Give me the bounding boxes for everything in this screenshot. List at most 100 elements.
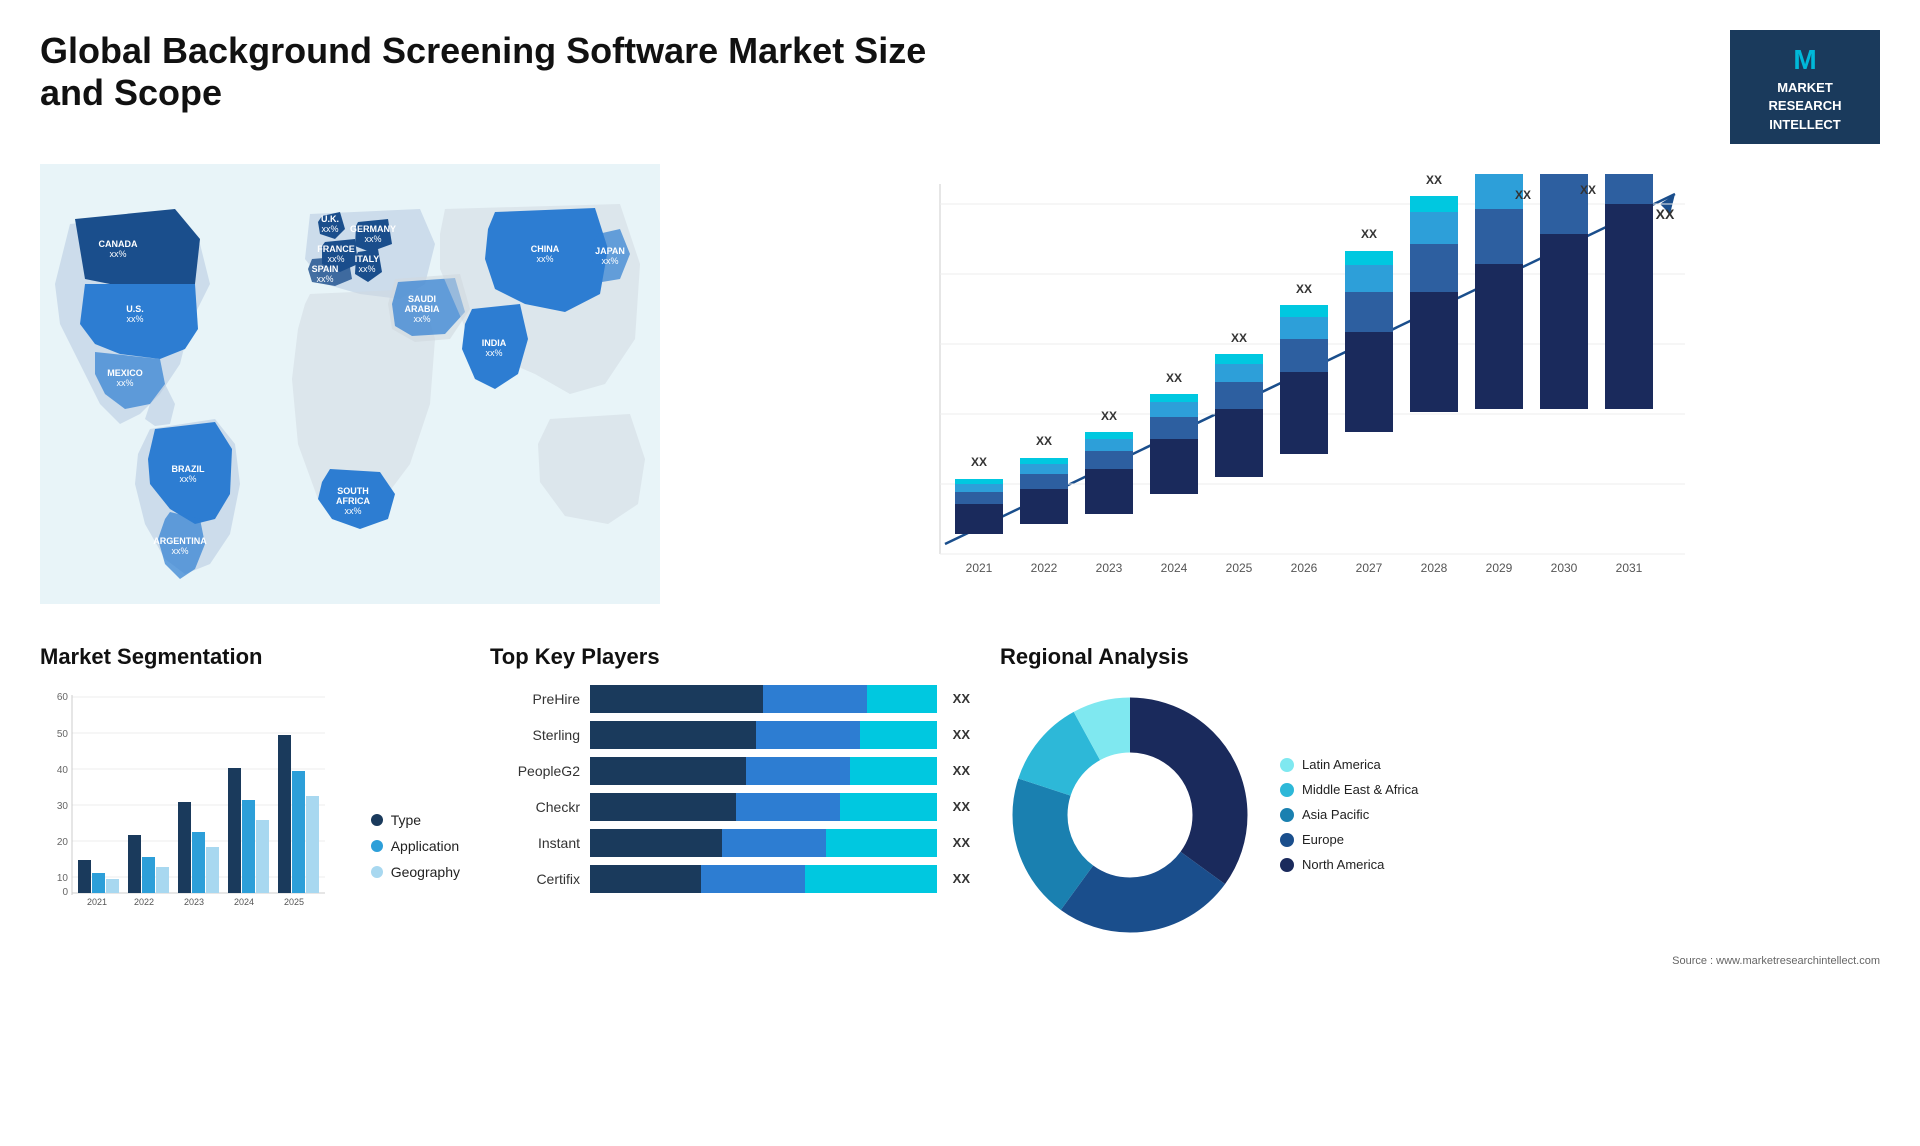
svg-text:2028: 2028 <box>1421 561 1448 575</box>
bar-2030: 2030 XX <box>1540 174 1596 575</box>
player-name-prehire: PreHire <box>490 691 580 707</box>
svg-text:2027: 2027 <box>1356 561 1383 575</box>
regional-section: Regional Analysis <box>1000 644 1880 967</box>
bar-2025: XX 2025 <box>1215 331 1263 575</box>
svg-text:2022: 2022 <box>1031 561 1058 575</box>
bar-2028: XX 2028 <box>1410 173 1458 575</box>
player-row-certifix: Certifix XX <box>490 865 970 893</box>
player-xx-certifix: XX <box>953 871 970 886</box>
seg-chart-svg: 60 50 40 30 20 10 0 <box>40 685 340 905</box>
players-section: Top Key Players PreHire XX Sterling XX <box>490 644 970 967</box>
map-value-argentina: xx% <box>171 546 188 556</box>
map-value-southafrica: xx% <box>344 506 361 516</box>
player-bar-instant <box>590 829 937 857</box>
legend-geography-label: Geography <box>391 864 460 880</box>
svg-text:2026: 2026 <box>1291 561 1318 575</box>
segmentation-section: Market Segmentation 60 50 40 30 20 10 0 <box>40 644 460 967</box>
player-bar-seg2-prehire <box>763 685 867 713</box>
player-row-sterling: Sterling XX <box>490 721 970 749</box>
bar-2023: XX 2023 <box>1085 409 1133 575</box>
map-label-saudi2: ARABIA <box>405 304 440 314</box>
map-label-china: CHINA <box>531 244 560 254</box>
player-row-peopleg2: PeopleG2 XX <box>490 757 970 785</box>
svg-text:2029: 2029 <box>1486 561 1513 575</box>
map-label-japan: JAPAN <box>595 246 625 256</box>
svg-text:XX: XX <box>1166 371 1182 385</box>
legend-middle-east-africa: Middle East & Africa <box>1280 782 1418 797</box>
player-bar-seg1-instant <box>590 829 722 857</box>
logo-m: M <box>1744 40 1866 79</box>
map-value-us: xx% <box>126 314 143 324</box>
player-xx-sterling: XX <box>953 727 970 742</box>
donut-container: Latin America Middle East & Africa Asia … <box>1000 685 1880 945</box>
map-label-italy: ITALY <box>355 254 380 264</box>
player-bar-seg1-sterling <box>590 721 756 749</box>
bar-2021: XX 2021 <box>955 455 1003 575</box>
seg-legend: Type Application Geography <box>371 812 460 910</box>
svg-text:2025: 2025 <box>284 897 304 905</box>
player-bar-seg3-checkr <box>840 793 937 821</box>
legend-application: Application <box>371 838 460 854</box>
legend-type: Type <box>371 812 460 828</box>
bar-2026: XX 2026 <box>1280 282 1328 575</box>
bar-chart-svg: XX 2021 XX 2022 XX <box>710 164 1880 604</box>
svg-text:2031: 2031 <box>1616 561 1643 575</box>
map-value-india: xx% <box>485 348 502 358</box>
seg-chart-container: 60 50 40 30 20 10 0 <box>40 685 460 910</box>
legend-latin-america: Latin America <box>1280 757 1418 772</box>
map-label-france: FRANCE <box>317 244 355 254</box>
player-xx-instant: XX <box>953 835 970 850</box>
bar-chart-container: XX 2021 XX 2022 XX <box>690 164 1880 614</box>
legend-type-label: Type <box>391 812 421 828</box>
players-list: PreHire XX Sterling XX PeopleG2 <box>490 685 970 893</box>
player-xx-peopleg2: XX <box>953 763 970 778</box>
player-name-sterling: Sterling <box>490 727 580 743</box>
page-title: Global Background Screening Software Mar… <box>40 30 940 114</box>
player-bar-seg1-checkr <box>590 793 736 821</box>
map-label-southafrica: SOUTH <box>337 486 369 496</box>
player-row-checkr: Checkr XX <box>490 793 970 821</box>
map-value-brazil: xx% <box>179 474 196 484</box>
segmentation-title: Market Segmentation <box>40 644 460 670</box>
map-label-spain: SPAIN <box>312 264 339 274</box>
legend-label-middle-east-africa: Middle East & Africa <box>1302 782 1418 797</box>
bar-2031: 2031 XX <box>1605 174 1675 575</box>
map-value-mexico: xx% <box>116 378 133 388</box>
legend-asia-pacific: Asia Pacific <box>1280 807 1418 822</box>
map-value-france: xx% <box>327 254 344 264</box>
bar-chart-section: XX 2021 XX 2022 XX <box>690 164 1880 614</box>
svg-text:XX: XX <box>1580 183 1596 197</box>
svg-text:XX: XX <box>1296 282 1312 296</box>
player-bar-seg3-prehire <box>867 685 936 713</box>
source-text: Source : www.marketresearchintellect.com <box>1000 955 1880 967</box>
legend-dot-europe <box>1280 833 1294 847</box>
legend-geography-dot <box>371 866 383 878</box>
map-label-saudi: SAUDI <box>408 294 436 304</box>
legend-label-europe: Europe <box>1302 832 1344 847</box>
players-title: Top Key Players <box>490 644 970 670</box>
svg-text:2024: 2024 <box>1161 561 1188 575</box>
svg-text:10: 10 <box>57 873 69 884</box>
legend-north-america: North America <box>1280 857 1418 872</box>
map-container: CANADA xx% U.S. xx% MEXICO xx% BRAZIL xx… <box>40 164 660 614</box>
svg-text:2023: 2023 <box>1096 561 1123 575</box>
world-map-svg: CANADA xx% U.S. xx% MEXICO xx% BRAZIL xx… <box>40 164 660 604</box>
player-bar-peopleg2 <box>590 757 937 785</box>
legend-application-dot <box>371 840 383 852</box>
bar-2027: XX 2027 <box>1345 227 1393 575</box>
map-label-germany: GERMANY <box>350 224 396 234</box>
legend-label-north-america: North America <box>1302 857 1384 872</box>
player-name-checkr: Checkr <box>490 799 580 815</box>
map-label-uk: U.K. <box>321 214 339 224</box>
legend-dot-latin-america <box>1280 758 1294 772</box>
map-label-mexico: MEXICO <box>107 368 143 378</box>
map-value-canada: xx% <box>109 249 126 259</box>
player-name-peopleg2: PeopleG2 <box>490 763 580 779</box>
player-bar-seg2-peopleg2 <box>746 757 850 785</box>
svg-text:0: 0 <box>62 887 68 898</box>
svg-text:2021: 2021 <box>966 561 993 575</box>
svg-text:XX: XX <box>1656 206 1675 222</box>
legend-application-label: Application <box>391 838 460 854</box>
player-row-prehire: PreHire XX <box>490 685 970 713</box>
player-bar-seg1-peopleg2 <box>590 757 746 785</box>
